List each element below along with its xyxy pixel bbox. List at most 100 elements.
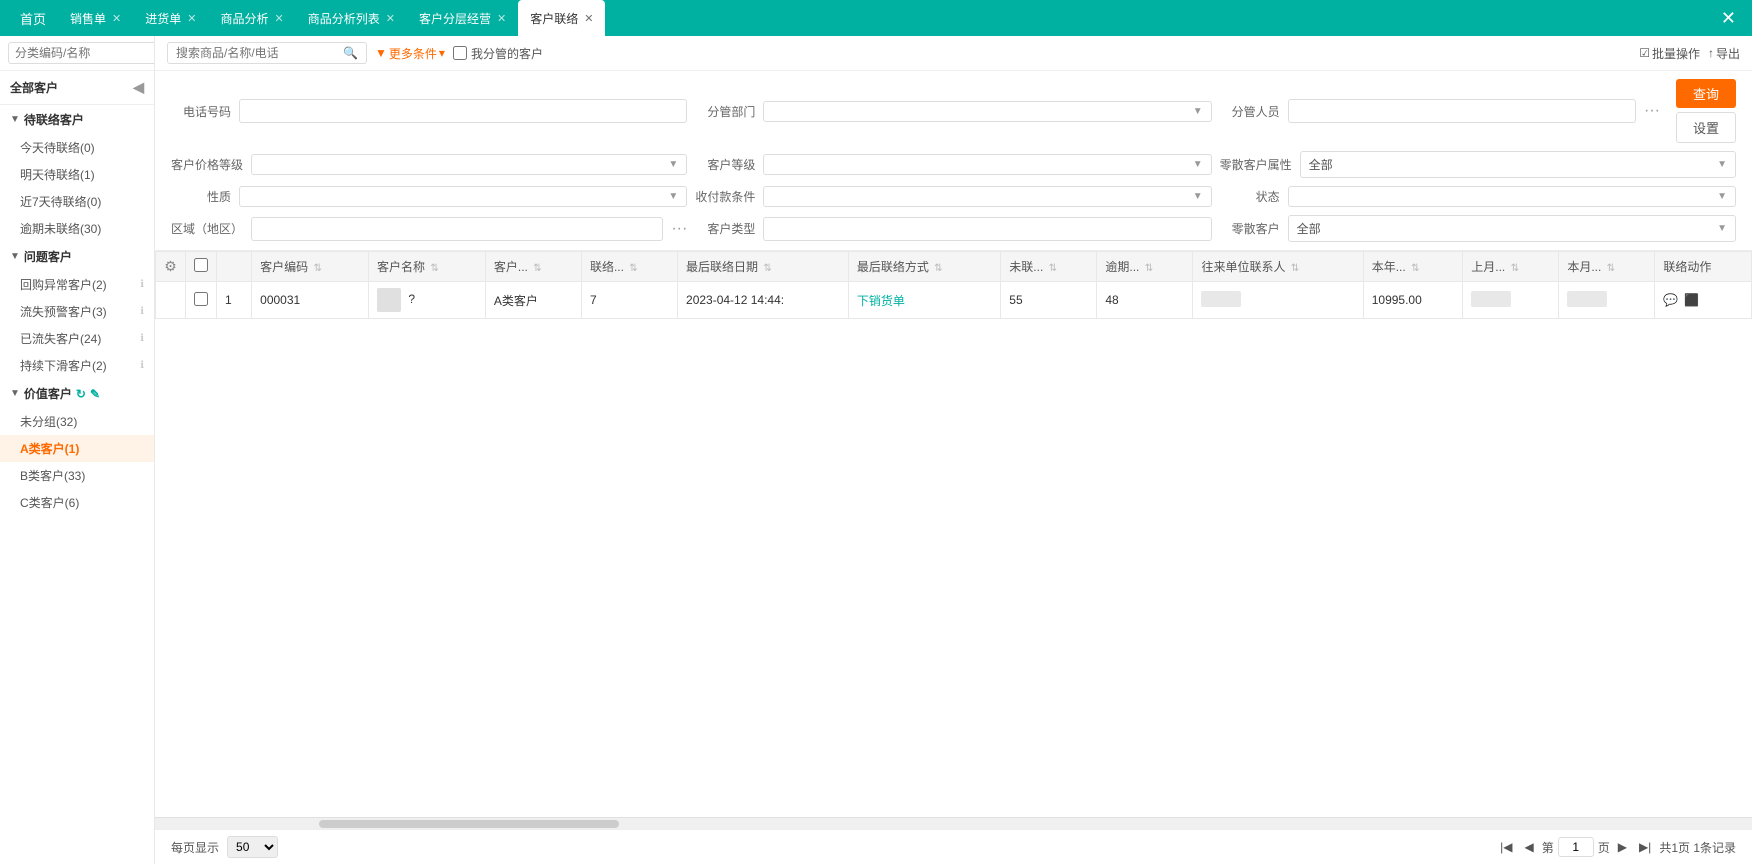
sidebar-item-repurchase-abnormal[interactable]: 回购异常客户(2) ℹ: [0, 271, 154, 298]
cell-this-year: 10995.00: [1363, 282, 1463, 319]
th-gear[interactable]: ⚙: [156, 252, 186, 282]
manager-more-btn[interactable]: ···: [1644, 102, 1660, 120]
sidebar-item-7days-pending[interactable]: 近7天待联络(0): [0, 188, 154, 215]
select-all-checkbox[interactable]: [194, 258, 208, 272]
select-price-level[interactable]: ▼: [251, 154, 687, 175]
batch-op-btn[interactable]: ☑ 批量操作: [1639, 45, 1700, 62]
sidebar-collapse-icon[interactable]: ◀: [133, 79, 144, 96]
label-region: 区域（地区）: [171, 220, 243, 237]
query-btn[interactable]: 查询: [1676, 79, 1736, 108]
select-nature[interactable]: ▼: [239, 186, 687, 207]
horizontal-scrollbar[interactable]: [155, 817, 1752, 829]
page-number-input[interactable]: [1558, 837, 1594, 857]
close-product-analysis-list-tab[interactable]: ✕: [386, 12, 395, 25]
close-product-analysis-tab[interactable]: ✕: [275, 12, 284, 25]
select-dept[interactable]: ▼: [763, 101, 1211, 122]
search-input[interactable]: [176, 46, 343, 60]
filter-row-customer-type: 客户类型: [695, 215, 1211, 242]
row-checkbox[interactable]: [194, 292, 208, 306]
export-btn[interactable]: ↑ 导出: [1708, 45, 1740, 62]
edit-group-icon[interactable]: ✎: [90, 387, 100, 401]
nav-tab-product-analysis[interactable]: 商品分析 ✕: [208, 0, 295, 36]
more-filter-btn[interactable]: ▼ 更多条件 ▾: [375, 45, 445, 62]
nav-tab-customer-contact[interactable]: 客户联络 ✕: [518, 0, 605, 36]
first-page-btn[interactable]: |◀: [1496, 838, 1516, 856]
prev-page-btn[interactable]: ◀: [1520, 838, 1537, 856]
th-uncontact[interactable]: 未联... ⇅: [1001, 252, 1097, 282]
sort-uncontact-icon: ⇅: [1049, 263, 1057, 274]
next-page-btn[interactable]: ▶: [1614, 838, 1631, 856]
sidebar-section-problem[interactable]: ▼ 问题客户: [0, 242, 154, 271]
th-contact[interactable]: 联络... ⇅: [581, 252, 677, 282]
my-customer-checkbox-area[interactable]: 我分管的客户: [453, 45, 543, 62]
sidebar-section-value[interactable]: ▼ 价值客户 ↻ ✎: [0, 379, 154, 408]
select-payment[interactable]: ▼: [763, 186, 1211, 207]
message-icon[interactable]: 💬: [1663, 293, 1678, 307]
sidebar-item-lost-warning[interactable]: 流失预警客户(3) ℹ: [0, 298, 154, 325]
sidebar-item-c-class[interactable]: C类客户(6): [0, 489, 154, 516]
sidebar-item-overdue-uncontact[interactable]: 逾期未联络(30): [0, 215, 154, 242]
toolbar: 🔍 ▼ 更多条件 ▾ 我分管的客户 ☑ 批量操作 ↑ 导出: [155, 36, 1752, 71]
page-suffix: 页: [1598, 839, 1610, 856]
sidebar-section-pending[interactable]: ▼ 待联络客户: [0, 105, 154, 134]
input-customer-type[interactable]: [763, 217, 1211, 241]
input-manager[interactable]: [1288, 99, 1636, 123]
sidebar-item-tomorrow-pending[interactable]: 明天待联络(1): [0, 161, 154, 188]
last-method-link[interactable]: 下销货单: [857, 294, 905, 308]
close-sales-tab[interactable]: ✕: [112, 12, 121, 25]
cell-action[interactable]: 💬 ⬛: [1655, 282, 1752, 319]
th-this-year[interactable]: 本年... ⇅: [1363, 252, 1463, 282]
customer-avatar: [377, 288, 401, 312]
cell-last-method[interactable]: 下销货单: [848, 282, 1000, 319]
main-layout: 🔍 全部客户 ◀ ▼ 待联络客户 今天待联络(0) 明天待联络(1) 近7天待联…: [0, 36, 1752, 864]
sort-contact-icon: ⇅: [629, 263, 637, 274]
search-icon[interactable]: 🔍: [343, 46, 358, 60]
select-status[interactable]: ▼: [1288, 186, 1736, 207]
nav-tab-customer-segmentation[interactable]: 客户分层经营 ✕: [407, 0, 518, 36]
close-customer-contact-tab[interactable]: ✕: [584, 12, 593, 25]
global-close-btn[interactable]: ✕: [1713, 8, 1744, 29]
customer-table: ⚙ 客户编码 ⇅ 客户名称 ⇅: [155, 251, 1752, 319]
th-overdue[interactable]: 逾期... ⇅: [1097, 252, 1193, 282]
sidebar-search-input[interactable]: [8, 42, 155, 64]
sidebar-item-declining[interactable]: 持续下滑客户(2) ℹ: [0, 352, 154, 379]
sidebar-item-lost[interactable]: 已流失客户(24) ℹ: [0, 325, 154, 352]
scrollbar-thumb[interactable]: [319, 820, 619, 828]
th-code[interactable]: 客户编码 ⇅: [252, 252, 369, 282]
th-visit-contact[interactable]: 往来单位联系人 ⇅: [1193, 252, 1363, 282]
nav-tab-purchase[interactable]: 进货单 ✕: [133, 0, 208, 36]
label-manager: 分管人员: [1220, 103, 1280, 120]
sidebar-item-ungroup[interactable]: 未分组(32): [0, 408, 154, 435]
select-retail-customer[interactable]: 全部 ▼: [1288, 215, 1736, 242]
th-name[interactable]: 客户名称 ⇅: [369, 252, 486, 282]
close-purchase-tab[interactable]: ✕: [187, 12, 196, 25]
th-this-month[interactable]: 本月... ⇅: [1559, 252, 1655, 282]
my-customer-checkbox[interactable]: [453, 46, 467, 60]
sidebar-item-today-pending[interactable]: 今天待联络(0): [0, 134, 154, 161]
page-label: 第: [1542, 839, 1554, 856]
th-last-method[interactable]: 最后联络方式 ⇅: [848, 252, 1000, 282]
th-checkbox[interactable]: [186, 252, 217, 282]
last-page-btn[interactable]: ▶|: [1635, 838, 1655, 856]
input-region[interactable]: [251, 217, 663, 241]
nav-home[interactable]: 首页: [8, 9, 58, 28]
select-retail-attr[interactable]: 全部 ▼: [1300, 151, 1736, 178]
sidebar-item-a-class[interactable]: A类客户(1): [0, 435, 154, 462]
region-more-btn[interactable]: ···: [671, 220, 687, 238]
th-type[interactable]: 客户... ⇅: [485, 252, 581, 282]
refresh-icon[interactable]: ↻: [76, 387, 86, 401]
gear-icon[interactable]: ⚙: [164, 258, 177, 274]
filter-icon: ▼: [375, 46, 387, 60]
nav-tab-sales[interactable]: 销售单 ✕: [58, 0, 133, 36]
sidebar-item-b-class[interactable]: B类客户(33): [0, 462, 154, 489]
th-last-date[interactable]: 最后联络日期 ⇅: [678, 252, 849, 282]
input-phone[interactable]: [239, 99, 687, 123]
qr-icon[interactable]: ⬛: [1684, 293, 1699, 307]
close-customer-segmentation-tab[interactable]: ✕: [497, 12, 506, 25]
th-last-month[interactable]: 上月... ⇅: [1463, 252, 1559, 282]
nav-tab-product-analysis-list[interactable]: 商品分析列表 ✕: [296, 0, 407, 36]
settings-btn[interactable]: 设置: [1676, 112, 1736, 143]
select-customer-level[interactable]: ▼: [763, 154, 1211, 175]
per-page-select[interactable]: 50 100 200: [227, 836, 278, 858]
cell-check[interactable]: [186, 282, 217, 319]
